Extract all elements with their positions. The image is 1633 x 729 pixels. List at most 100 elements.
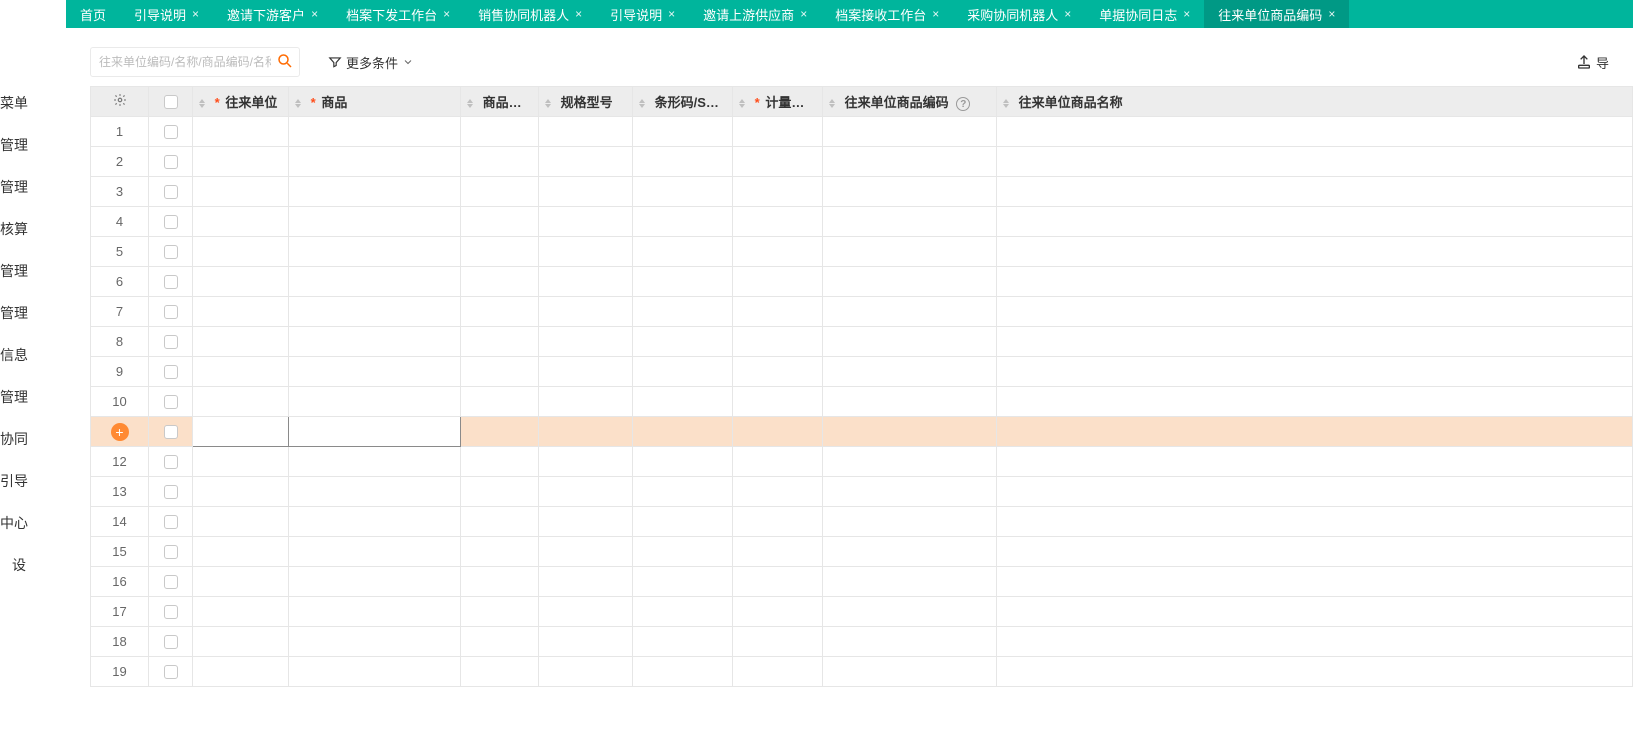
cell[interactable]	[289, 537, 461, 567]
cell[interactable]	[461, 387, 539, 417]
cell[interactable]	[633, 597, 733, 627]
sidebar-item[interactable]: 中心	[0, 502, 30, 544]
table-row[interactable]: 9	[91, 357, 1633, 387]
col-barcode[interactable]: 条形码/S…	[633, 87, 733, 117]
row-checkbox[interactable]	[164, 635, 178, 649]
row-checkbox-cell[interactable]	[149, 207, 193, 237]
tab[interactable]: 邀请上游供应商×	[689, 0, 821, 28]
cell[interactable]	[539, 177, 633, 207]
cell[interactable]	[633, 177, 733, 207]
row-checkbox-cell[interactable]	[149, 237, 193, 267]
cell[interactable]	[823, 207, 997, 237]
row-checkbox[interactable]	[164, 395, 178, 409]
cell[interactable]	[289, 627, 461, 657]
cell[interactable]	[193, 267, 289, 297]
cell[interactable]	[539, 537, 633, 567]
cell[interactable]	[633, 147, 733, 177]
row-checkbox[interactable]	[164, 185, 178, 199]
cell[interactable]	[633, 357, 733, 387]
cell[interactable]	[461, 177, 539, 207]
row-checkbox-cell[interactable]	[149, 507, 193, 537]
more-filters-button[interactable]: 更多条件	[328, 53, 414, 72]
cell[interactable]	[733, 537, 823, 567]
table-row[interactable]: 1	[91, 117, 1633, 147]
cell[interactable]	[289, 147, 461, 177]
cell[interactable]	[633, 567, 733, 597]
tab[interactable]: 引导说明×	[596, 0, 689, 28]
cell[interactable]	[289, 387, 461, 417]
cell[interactable]	[823, 237, 997, 267]
cell[interactable]	[289, 507, 461, 537]
col-unit-name[interactable]: 往来单位商品名称	[997, 87, 1633, 117]
row-checkbox[interactable]	[164, 485, 178, 499]
cell[interactable]	[823, 117, 997, 147]
cell[interactable]	[997, 207, 1633, 237]
add-row-button[interactable]: +	[91, 417, 149, 447]
row-checkbox[interactable]	[164, 455, 178, 469]
cell[interactable]	[733, 417, 823, 447]
cell[interactable]	[733, 207, 823, 237]
cell[interactable]	[997, 537, 1633, 567]
row-checkbox[interactable]	[164, 515, 178, 529]
sidebar-item[interactable]: 管理	[0, 124, 30, 166]
close-icon[interactable]: ×	[932, 8, 939, 20]
cell[interactable]	[633, 627, 733, 657]
sidebar-item[interactable]: 菜单	[0, 82, 30, 124]
close-icon[interactable]: ×	[1328, 8, 1335, 20]
cell[interactable]	[539, 417, 633, 447]
cell[interactable]	[289, 477, 461, 507]
cell[interactable]	[461, 357, 539, 387]
cell[interactable]	[461, 147, 539, 177]
cell[interactable]	[633, 447, 733, 477]
cell[interactable]	[823, 567, 997, 597]
row-checkbox-cell[interactable]	[149, 327, 193, 357]
table-row[interactable]: 13	[91, 477, 1633, 507]
cell[interactable]	[193, 207, 289, 237]
cell[interactable]	[733, 147, 823, 177]
sidebar-item[interactable]: 核算	[0, 208, 30, 250]
cell[interactable]	[733, 447, 823, 477]
table-row[interactable]: 17	[91, 597, 1633, 627]
cell[interactable]	[461, 237, 539, 267]
cell[interactable]	[733, 237, 823, 267]
cell[interactable]	[633, 117, 733, 147]
cell[interactable]	[193, 507, 289, 537]
cell[interactable]	[289, 297, 461, 327]
cell[interactable]	[733, 357, 823, 387]
cell[interactable]	[193, 567, 289, 597]
cell[interactable]	[997, 177, 1633, 207]
cell[interactable]	[997, 387, 1633, 417]
cell[interactable]	[823, 507, 997, 537]
row-checkbox-cell[interactable]	[149, 657, 193, 687]
insert-row[interactable]: +	[91, 417, 1633, 447]
table-row[interactable]: 7	[91, 297, 1633, 327]
row-checkbox-cell[interactable]	[149, 597, 193, 627]
cell[interactable]	[823, 147, 997, 177]
cell[interactable]	[193, 117, 289, 147]
sidebar-item[interactable]: 管理	[0, 376, 30, 418]
row-checkbox[interactable]	[164, 305, 178, 319]
col-select-all[interactable]	[149, 87, 193, 117]
cell[interactable]	[461, 297, 539, 327]
tab[interactable]: 引导说明×	[120, 0, 213, 28]
sidebar-item[interactable]: 设	[0, 544, 30, 586]
cell[interactable]	[997, 507, 1633, 537]
cell[interactable]	[733, 117, 823, 147]
sidebar-item[interactable]: 管理	[0, 166, 30, 208]
cell[interactable]	[733, 477, 823, 507]
cell[interactable]	[193, 357, 289, 387]
table-row[interactable]: 12	[91, 447, 1633, 477]
col-unit-code[interactable]: 往来单位商品编码 ?	[823, 87, 997, 117]
cell[interactable]	[633, 207, 733, 237]
cell[interactable]	[539, 477, 633, 507]
cell[interactable]	[997, 237, 1633, 267]
col-spec[interactable]: 规格型号	[539, 87, 633, 117]
tab[interactable]: 销售协同机器人×	[464, 0, 596, 28]
cell[interactable]	[193, 537, 289, 567]
table-row[interactable]: 19	[91, 657, 1633, 687]
cell[interactable]	[193, 297, 289, 327]
tab[interactable]: 采购协同机器人×	[953, 0, 1085, 28]
cell[interactable]	[823, 477, 997, 507]
cell[interactable]	[997, 417, 1633, 447]
cell[interactable]	[997, 267, 1633, 297]
